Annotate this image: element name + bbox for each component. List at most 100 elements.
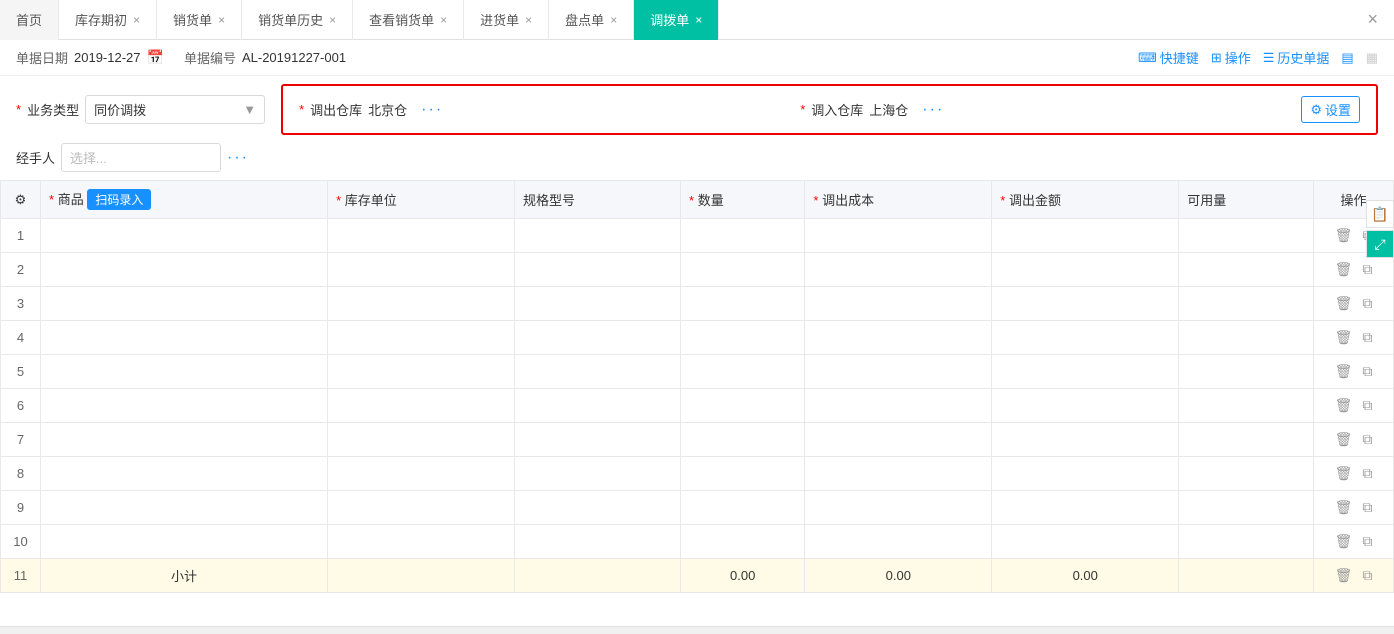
delete-btn-9[interactable]: 🗑 [1333,497,1355,518]
tab-bar-close-btn[interactable]: × [1351,9,1394,30]
copy-btn-5[interactable]: ⧉ [1360,361,1374,382]
cell-quantity-2[interactable] [681,253,805,287]
cell-product-9[interactable] [41,491,328,525]
tab-sales-history[interactable]: 销货单历史 × [242,0,353,40]
cell-amount-10[interactable] [992,525,1179,559]
scan-button[interactable]: 扫码录入 [87,189,151,210]
cell-product-7[interactable] [41,423,328,457]
cell-available-3[interactable] [1179,287,1314,321]
cell-unit-9[interactable] [328,491,515,525]
cell-cost-3[interactable] [805,287,992,321]
cell-cost-5[interactable] [805,355,992,389]
cell-unit-6[interactable] [328,389,515,423]
cell-cost-2[interactable] [805,253,992,287]
tab-close-transfer-order[interactable]: × [695,13,702,27]
copy-btn-4[interactable]: ⧉ [1360,327,1374,348]
cell-unit-4[interactable] [328,321,515,355]
tab-close-sales-order[interactable]: × [218,13,225,27]
cell-spec-8[interactable] [514,457,680,491]
cell-amount-6[interactable] [992,389,1179,423]
cell-spec-3[interactable] [514,287,680,321]
cell-cost-4[interactable] [805,321,992,355]
cell-cost-6[interactable] [805,389,992,423]
cell-available-5[interactable] [1179,355,1314,389]
cell-amount-8[interactable] [992,457,1179,491]
cell-amount-5[interactable] [992,355,1179,389]
cell-spec-2[interactable] [514,253,680,287]
warehouse-in-more-btn[interactable]: ··· [922,101,944,119]
cell-quantity-10[interactable] [681,525,805,559]
cell-unit-1[interactable] [328,219,515,253]
cell-quantity-8[interactable] [681,457,805,491]
calendar-icon[interactable]: 📅 [147,49,164,66]
delete-btn-7[interactable]: 🗑 [1333,429,1355,450]
float-expand-btn[interactable]: ⤢ [1366,230,1394,258]
cell-quantity-6[interactable] [681,389,805,423]
cell-available-7[interactable] [1179,423,1314,457]
cell-spec-5[interactable] [514,355,680,389]
cell-product-4[interactable] [41,321,328,355]
cell-quantity-3[interactable] [681,287,805,321]
cell-spec-1[interactable] [514,219,680,253]
cell-quantity-4[interactable] [681,321,805,355]
cell-unit-3[interactable] [328,287,515,321]
delete-btn-3[interactable]: 🗑 [1333,293,1355,314]
cell-unit-8[interactable] [328,457,515,491]
copy-btn-7[interactable]: ⧉ [1360,429,1374,450]
scrollbar-area[interactable] [0,626,1394,634]
cell-product-1[interactable] [41,219,328,253]
delete-btn-10[interactable]: 🗑 [1333,531,1355,552]
cell-amount-7[interactable] [992,423,1179,457]
cell-product-3[interactable] [41,287,328,321]
tab-inventory-check[interactable]: 盘点单 × [549,0,634,40]
handler-select[interactable]: 选择... [61,143,221,172]
tab-sales-order[interactable]: 销货单 × [157,0,242,40]
copy-btn-8[interactable]: ⧉ [1360,463,1374,484]
copy-btn-3[interactable]: ⧉ [1360,293,1374,314]
tab-close-inventory-init[interactable]: × [133,13,140,27]
cell-cost-7[interactable] [805,423,992,457]
cell-quantity-9[interactable] [681,491,805,525]
delete-btn-6[interactable]: 🗑 [1333,395,1355,416]
float-note-btn[interactable]: 📋 [1366,200,1394,228]
copy-btn-11[interactable]: ⧉ [1360,565,1374,586]
copy-btn-6[interactable]: ⧉ [1360,395,1374,416]
cell-available-9[interactable] [1179,491,1314,525]
tab-transfer-order[interactable]: 调拨单 × [634,0,719,40]
business-type-select[interactable]: 同价调拨 ▼ [85,95,265,124]
cell-amount-4[interactable] [992,321,1179,355]
cell-product-8[interactable] [41,457,328,491]
cell-available-2[interactable] [1179,253,1314,287]
tab-close-sales-history[interactable]: × [329,13,336,27]
delete-btn-8[interactable]: 🗑 [1333,463,1355,484]
cell-product-5[interactable] [41,355,328,389]
cell-cost-1[interactable] [805,219,992,253]
cell-product-2[interactable] [41,253,328,287]
layout1-btn[interactable]: ▤ [1341,50,1353,66]
tab-close-view-sales[interactable]: × [440,13,447,27]
delete-btn-1[interactable]: 🗑 [1333,225,1355,246]
cell-amount-1[interactable] [992,219,1179,253]
cell-spec-10[interactable] [514,525,680,559]
tab-inventory-init[interactable]: 库存期初 × [59,0,157,40]
cell-cost-9[interactable] [805,491,992,525]
delete-btn-11[interactable]: 🗑 [1333,565,1355,586]
delete-btn-2[interactable]: 🗑 [1333,259,1355,280]
copy-btn-9[interactable]: ⧉ [1360,497,1374,518]
cell-unit-5[interactable] [328,355,515,389]
cell-unit-7[interactable] [328,423,515,457]
operations-btn[interactable]: ⊞ 操作 [1211,48,1251,67]
handler-more-btn[interactable]: ··· [227,149,249,167]
cell-spec-9[interactable] [514,491,680,525]
layout2-btn[interactable]: ▦ [1366,50,1378,66]
copy-btn-10[interactable]: ⧉ [1360,531,1374,552]
cell-amount-2[interactable] [992,253,1179,287]
cell-available-8[interactable] [1179,457,1314,491]
history-docs-btn[interactable]: ☰ 历史单据 [1263,48,1330,67]
warehouse-out-more-btn[interactable]: ··· [421,101,443,119]
cell-spec-6[interactable] [514,389,680,423]
cell-product-10[interactable] [41,525,328,559]
tab-home[interactable]: 首页 [0,0,59,40]
tab-close-purchase-order[interactable]: × [525,13,532,27]
cell-unit-10[interactable] [328,525,515,559]
